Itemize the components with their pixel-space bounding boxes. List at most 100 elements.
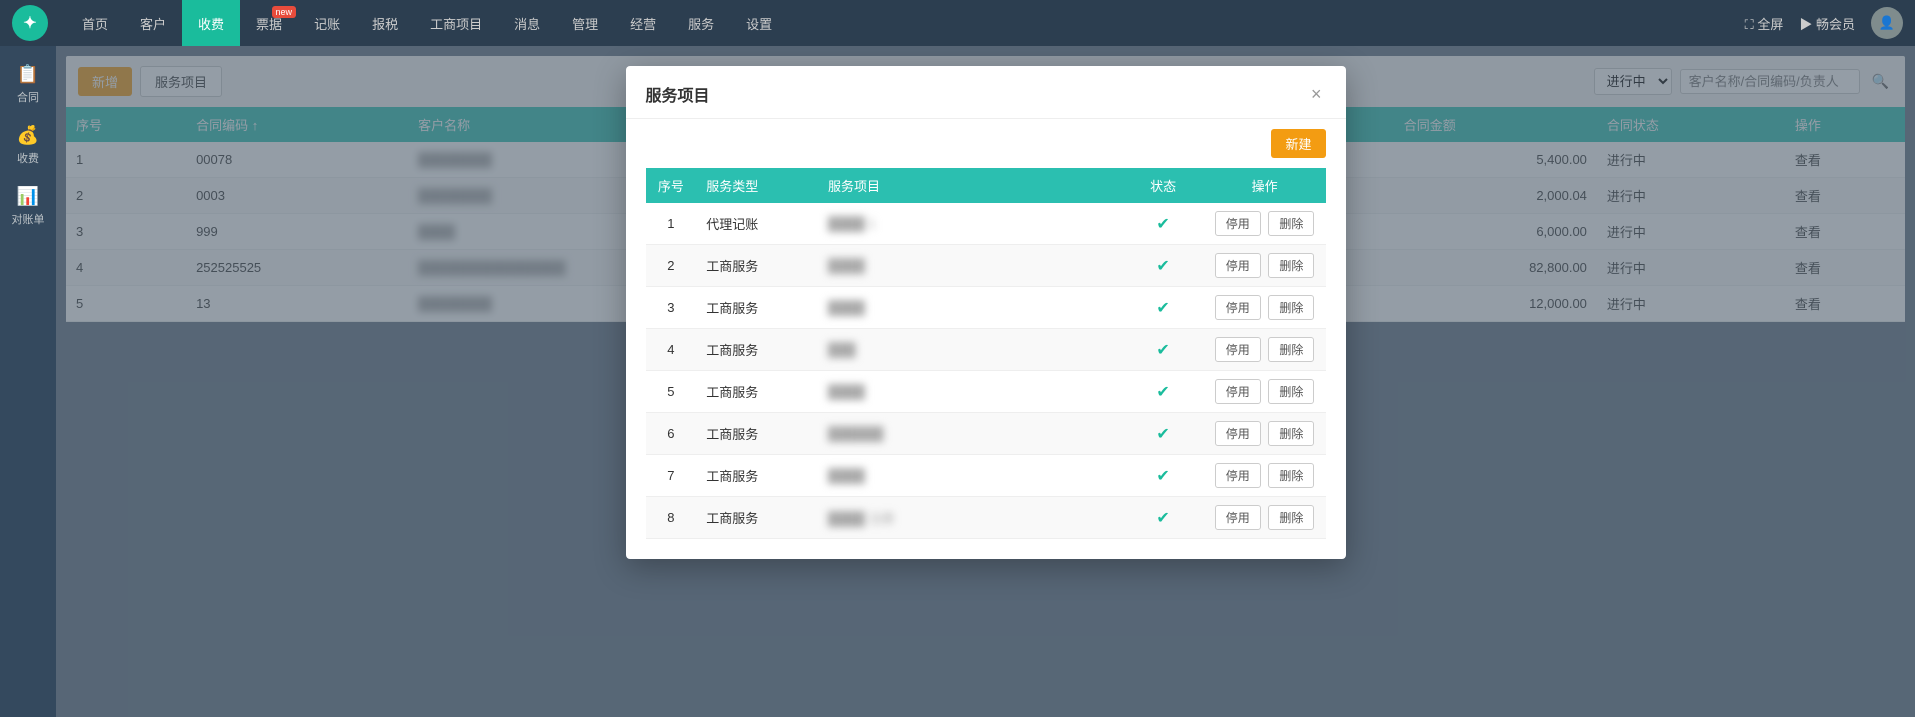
sidebar-item-shoufei[interactable]: 💰 收费 <box>2 117 54 174</box>
avatar[interactable]: 👤 <box>1871 7 1903 39</box>
modal-overlay: 服务项目 × 新建 序号 服务类型 服务项目 状态 <box>56 46 1915 717</box>
modal-cell-status: ✔ <box>1122 413 1203 455</box>
nav-gongshang[interactable]: 工商项目 <box>414 0 498 46</box>
modal-col-status: 状态 <box>1122 168 1203 203</box>
modal-cell-no: 7 <box>646 455 697 497</box>
modal-cell-status: ✔ <box>1122 245 1203 287</box>
modal-cell-type: 工商服务 <box>696 371 818 413</box>
modal-cell-type: 代理记账 <box>696 203 818 245</box>
main-layout: 📋 合同 💰 收费 📊 对账单 新增 服务项目 进行中 已完成 已暂停 <box>0 46 1915 717</box>
modal-cell-action[interactable]: 停用 删除 <box>1204 497 1326 539</box>
modal-cell-action[interactable]: 停用 删除 <box>1204 413 1326 455</box>
sidebar: 📋 合同 💰 收费 📊 对账单 <box>0 46 56 717</box>
modal-cell-action[interactable]: 停用 删除 <box>1204 329 1326 371</box>
modal-cell-item: ██████ <box>818 413 1122 455</box>
modal-cell-item: ████ <box>818 455 1122 497</box>
delete-button[interactable]: 删除 <box>1268 295 1314 320</box>
modal-cell-type: 工商服务 <box>696 413 818 455</box>
service-items-modal: 服务项目 × 新建 序号 服务类型 服务项目 状态 <box>626 66 1346 559</box>
sidebar-label-duizhangdan: 对账单 <box>12 211 45 227</box>
status-check-icon: ✔ <box>1156 300 1169 317</box>
modal-table-row: 4 工商服务 ███ ✔ 停用 删除 <box>646 329 1326 371</box>
modal-title: 服务项目 <box>646 82 1307 106</box>
modal-cell-status: ✔ <box>1122 497 1203 539</box>
delete-button[interactable]: 删除 <box>1268 463 1314 488</box>
nav-home[interactable]: 首页 <box>66 0 124 46</box>
contract-icon: 📋 <box>17 64 39 85</box>
modal-cell-item: ███ <box>818 329 1122 371</box>
modal-cell-action[interactable]: 停用 删除 <box>1204 287 1326 329</box>
delete-button[interactable]: 删除 <box>1268 421 1314 446</box>
modal-table-row: 1 代理记账 ████ 1 ✔ 停用 删除 <box>646 203 1326 245</box>
modal-table-row: 3 工商服务 ████ ✔ 停用 删除 <box>646 287 1326 329</box>
stop-button[interactable]: 停用 <box>1215 505 1261 530</box>
modal-cell-no: 3 <box>646 287 697 329</box>
modal-close-button[interactable]: × <box>1307 84 1326 105</box>
delete-button[interactable]: 删除 <box>1268 253 1314 278</box>
member-btn[interactable]: ▶ 畅会员 <box>1799 14 1855 33</box>
modal-toolbar: 新建 <box>626 119 1346 168</box>
modal-cell-type: 工商服务 <box>696 287 818 329</box>
delete-button[interactable]: 删除 <box>1268 379 1314 404</box>
modal-cell-type: 工商服务 <box>696 497 818 539</box>
status-check-icon: ✔ <box>1156 384 1169 401</box>
modal-new-button[interactable]: 新建 <box>1271 129 1325 158</box>
stop-button[interactable]: 停用 <box>1215 211 1261 236</box>
nav-piaoju[interactable]: 票据 new <box>240 0 298 46</box>
status-check-icon: ✔ <box>1156 342 1169 359</box>
modal-cell-status: ✔ <box>1122 329 1203 371</box>
sidebar-item-duizhangdan[interactable]: 📊 对账单 <box>2 178 54 235</box>
modal-cell-action[interactable]: 停用 删除 <box>1204 203 1326 245</box>
modal-cell-item: ████ 1 <box>818 203 1122 245</box>
stop-button[interactable]: 停用 <box>1215 463 1261 488</box>
modal-cell-action[interactable]: 停用 删除 <box>1204 371 1326 413</box>
modal-cell-no: 5 <box>646 371 697 413</box>
top-nav-right: ⛶ 全屏 ▶ 畅会员 👤 <box>1745 7 1903 39</box>
modal-cell-no: 8 <box>646 497 697 539</box>
modal-cell-item: ████ 注册 <box>818 497 1122 539</box>
nav-jizhang[interactable]: 记账 <box>298 0 356 46</box>
modal-cell-item: ████ <box>818 287 1122 329</box>
stop-button[interactable]: 停用 <box>1215 421 1261 446</box>
nav-customer[interactable]: 客户 <box>124 0 182 46</box>
stop-button[interactable]: 停用 <box>1215 379 1261 404</box>
modal-cell-action[interactable]: 停用 删除 <box>1204 455 1326 497</box>
nav-shoufei[interactable]: 收费 <box>182 0 240 46</box>
delete-button[interactable]: 删除 <box>1268 211 1314 236</box>
modal-table-header: 序号 服务类型 服务项目 状态 操作 <box>646 168 1326 203</box>
delete-button[interactable]: 删除 <box>1268 337 1314 362</box>
top-nav: ✦ 首页 客户 收费 票据 new 记账 报税 工商项目 消息 管理 经营 服务… <box>0 0 1915 46</box>
stop-button[interactable]: 停用 <box>1215 337 1261 362</box>
nav-baoshui[interactable]: 报税 <box>356 0 414 46</box>
sidebar-label-hetong: 合同 <box>17 89 39 105</box>
modal-cell-no: 4 <box>646 329 697 371</box>
stop-button[interactable]: 停用 <box>1215 295 1261 320</box>
sidebar-item-hetong[interactable]: 📋 合同 <box>2 56 54 113</box>
fee-icon: 💰 <box>17 125 39 146</box>
nav-xiaoxi[interactable]: 消息 <box>498 0 556 46</box>
status-check-icon: ✔ <box>1156 510 1169 527</box>
new-badge: new <box>272 6 297 18</box>
delete-button[interactable]: 删除 <box>1268 505 1314 530</box>
modal-cell-no: 1 <box>646 203 697 245</box>
modal-body: 序号 服务类型 服务项目 状态 操作 1 代理记账 ████ 1 ✔ 停用 删除 <box>626 168 1346 559</box>
modal-header: 服务项目 × <box>626 66 1346 119</box>
modal-cell-type: 工商服务 <box>696 245 818 287</box>
nav-jingying[interactable]: 经营 <box>614 0 672 46</box>
modal-cell-status: ✔ <box>1122 455 1203 497</box>
modal-table-row: 5 工商服务 ████ ✔ 停用 删除 <box>646 371 1326 413</box>
stop-button[interactable]: 停用 <box>1215 253 1261 278</box>
fullscreen-btn[interactable]: ⛶ 全屏 <box>1745 14 1784 33</box>
modal-table-row: 8 工商服务 ████ 注册 ✔ 停用 删除 <box>646 497 1326 539</box>
sidebar-label-shoufei: 收费 <box>17 150 39 166</box>
nav-guanli[interactable]: 管理 <box>556 0 614 46</box>
nav-fuwu[interactable]: 服务 <box>672 0 730 46</box>
modal-cell-action[interactable]: 停用 删除 <box>1204 245 1326 287</box>
status-check-icon: ✔ <box>1156 468 1169 485</box>
nav-items: 首页 客户 收费 票据 new 记账 报税 工商项目 消息 管理 经营 服务 设… <box>66 0 1745 46</box>
service-items-table: 序号 服务类型 服务项目 状态 操作 1 代理记账 ████ 1 ✔ 停用 删除 <box>646 168 1326 539</box>
modal-col-action: 操作 <box>1204 168 1326 203</box>
modal-cell-status: ✔ <box>1122 287 1203 329</box>
status-check-icon: ✔ <box>1156 216 1169 233</box>
nav-shezhi[interactable]: 设置 <box>730 0 788 46</box>
